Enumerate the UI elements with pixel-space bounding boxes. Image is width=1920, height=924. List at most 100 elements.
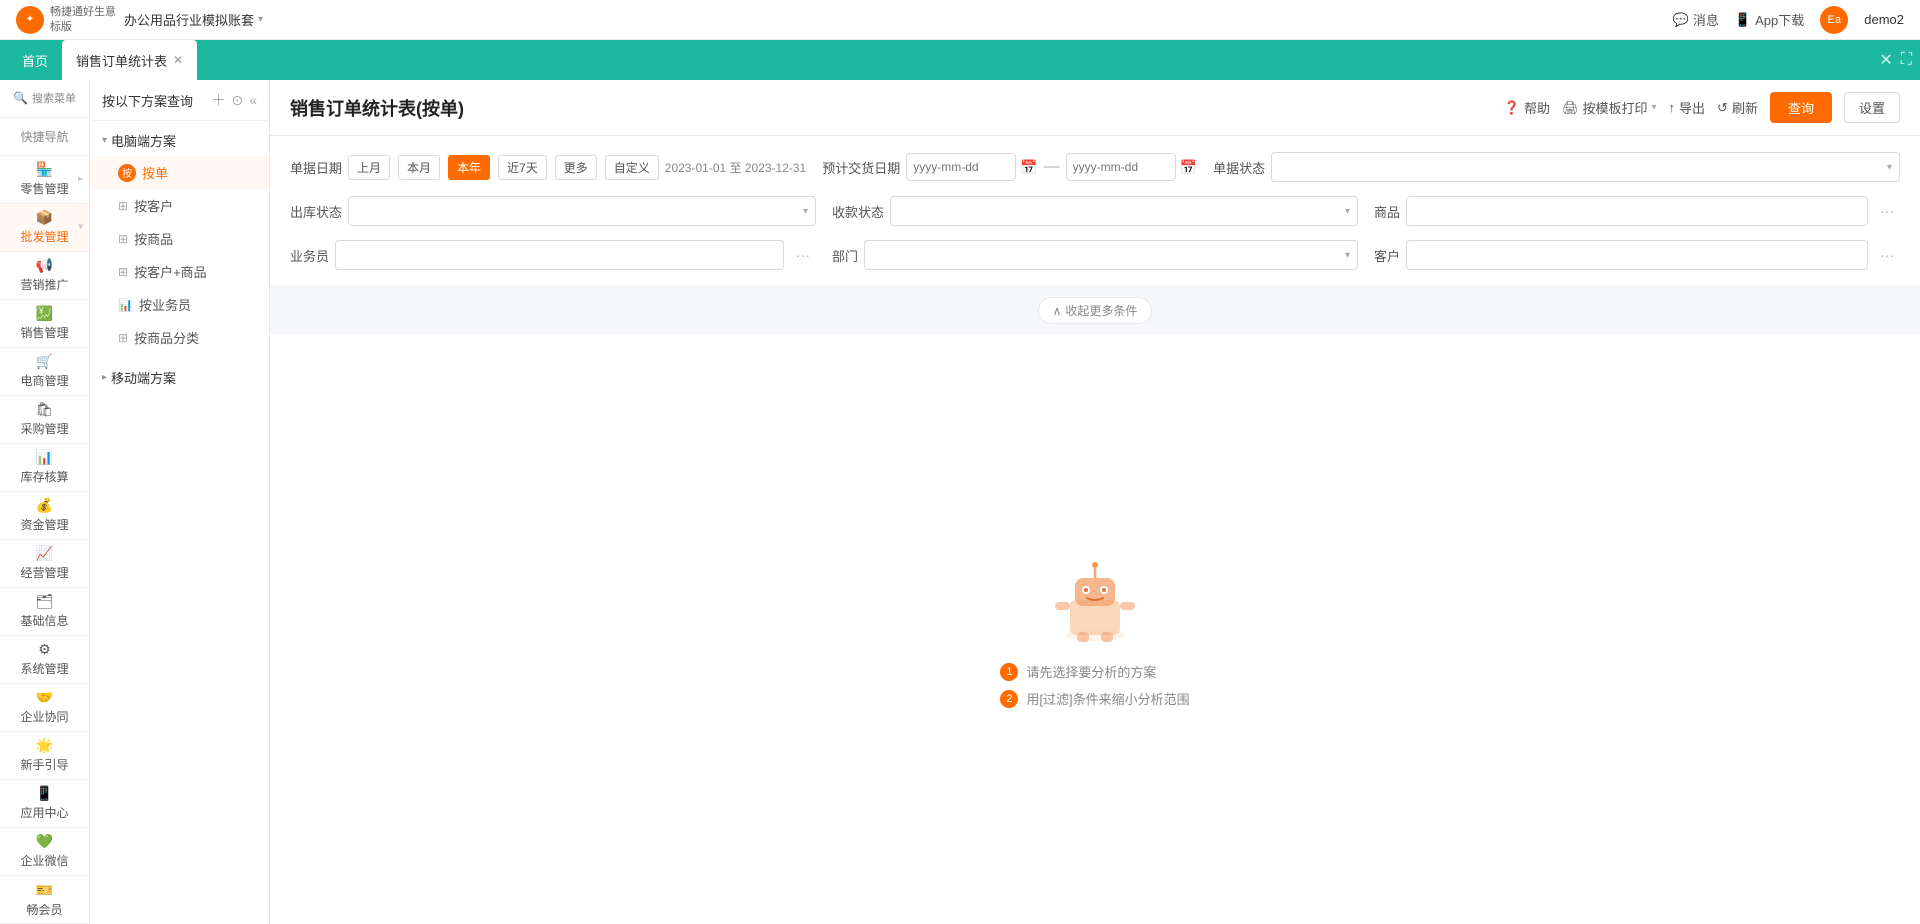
chevron-down-icon: ▾: [78, 222, 83, 233]
scheme-panel: 按以下方案查询 ＋ ⊙ « ▾ 电脑端方案 按 按单 ⊞: [90, 80, 270, 924]
settings-scheme-icon[interactable]: ⊙: [231, 92, 243, 109]
status-label: 单据状态: [1213, 158, 1265, 177]
collapse-row: ∧ 收起更多条件: [270, 287, 1920, 334]
scheme-group-mobile-title[interactable]: ▸ 移动端方案: [90, 362, 269, 393]
status-select[interactable]: [1271, 152, 1900, 182]
scheme-item-by-cust-goods[interactable]: ⊞ 按客户+商品: [90, 255, 269, 288]
ship-status-select[interactable]: [348, 196, 816, 226]
empty-illustration: [1045, 550, 1145, 650]
empty-hints: 1 请先选择要分析的方案 2 用[过滤]条件来缩小分析范围: [1000, 662, 1189, 708]
collect-status-wrapper: ▾: [890, 196, 1358, 226]
tab-home[interactable]: 首页: [8, 40, 62, 80]
workspace-selector[interactable]: 办公用品行业模拟账套 ▾: [124, 10, 263, 29]
order-badge-icon: 按: [118, 164, 136, 182]
sidebar-item-basic[interactable]: 🗂 基础信息: [0, 588, 89, 636]
logo-area: ✦ 畅捷通好生意 标版: [16, 5, 116, 34]
scheme-group-pc-title[interactable]: ▾ 电脑端方案: [90, 125, 269, 156]
sidebar-item-inventory[interactable]: 📊 库存核算: [0, 444, 89, 492]
salesperson-input[interactable]: [335, 240, 784, 270]
collapse-panel-icon[interactable]: «: [249, 92, 257, 108]
date-btn-this-year[interactable]: 本年: [448, 155, 490, 180]
purchase-icon: 🛍: [36, 401, 54, 418]
sidebar-item-operation[interactable]: 📈 经营管理: [0, 540, 89, 588]
tab-close-icon[interactable]: ✕: [173, 53, 183, 67]
ship-status-field: 出库状态 ▾: [290, 196, 816, 226]
sidebar-item-newbie[interactable]: 🌟 新手引导: [0, 732, 89, 780]
user-name: demo2: [1864, 12, 1904, 27]
template-print-btn[interactable]: 🖨 按模板打印 ▾: [1562, 98, 1657, 117]
expected-date-end[interactable]: [1066, 153, 1176, 181]
page-title: 销售订单统计表(按单): [290, 95, 464, 121]
goods-label: 商品: [1374, 202, 1400, 221]
message-icon: 💬: [1673, 12, 1689, 28]
sidebar-item-wechat[interactable]: 💚 企业微信: [0, 828, 89, 876]
finance-icon: 💰: [36, 497, 53, 514]
inventory-icon: 📊: [36, 449, 53, 466]
expected-date-start[interactable]: [906, 153, 1016, 181]
salesperson-more-icon[interactable]: ···: [790, 247, 816, 263]
page-actions: ❓ 帮助 🖨 按模板打印 ▾ ↑ 导出 ↺: [1504, 92, 1900, 123]
collect-status-label: 收款状态: [832, 202, 884, 221]
ship-status-label: 出库状态: [290, 202, 342, 221]
operation-icon: 📈: [36, 545, 53, 562]
marketing-icon: 📢: [36, 257, 53, 274]
collapse-btn[interactable]: ∧ 收起更多条件: [1038, 297, 1153, 324]
add-scheme-icon[interactable]: ＋: [211, 90, 225, 110]
logo-icon: ✦: [16, 6, 44, 34]
sidebar-item-retail[interactable]: 🏪 零售管理 ▸: [0, 156, 89, 204]
collect-status-select[interactable]: [890, 196, 1358, 226]
sidebar-item-wholesale[interactable]: 📦 批发管理 ▾: [0, 204, 89, 252]
main-layout: 🔍 搜索菜单 快捷导航 🏪 零售管理 ▸ 📦 批发管理 ▾ 📢 营销推广 💹 销…: [0, 80, 1920, 924]
customer-input[interactable]: [1406, 240, 1868, 270]
date-btn-more[interactable]: 更多: [555, 155, 597, 180]
scheme-item-by-customer[interactable]: ⊞ 按客户: [90, 189, 269, 222]
chevron-down-icon: ▾: [102, 135, 107, 146]
date-btn-7days[interactable]: 近7天: [498, 155, 547, 180]
customer-more-icon[interactable]: ···: [1874, 247, 1900, 263]
sidebar-item-member[interactable]: 🎫 畅会员: [0, 876, 89, 924]
sidebar-item-appcenter[interactable]: 📱 应用中心: [0, 780, 89, 828]
close-window-icon[interactable]: ✕: [1879, 50, 1892, 70]
sidebar-search[interactable]: 🔍 搜索菜单: [0, 80, 89, 118]
date-btn-prev-month[interactable]: 上月: [348, 155, 390, 180]
date-btn-this-month[interactable]: 本月: [398, 155, 440, 180]
calendar-end-icon[interactable]: 📅: [1180, 159, 1197, 176]
export-btn[interactable]: ↑ 导出: [1669, 98, 1706, 117]
sidebar-item-corp[interactable]: 🤝 企业协同: [0, 684, 89, 732]
filter-row-2: 出库状态 ▾ 收款状态: [290, 196, 1900, 226]
dept-select[interactable]: [864, 240, 1358, 270]
scheme-item-by-goods-cat[interactable]: ⊞ 按商品分类: [90, 321, 269, 354]
calendar-icon[interactable]: 📅: [1020, 159, 1037, 176]
goods-more-icon[interactable]: ···: [1874, 203, 1900, 219]
date-btn-custom[interactable]: 自定义: [605, 155, 659, 180]
refresh-btn[interactable]: ↺ 刷新: [1717, 98, 1758, 117]
query-btn[interactable]: 查询: [1770, 92, 1832, 123]
content-area: 按以下方案查询 ＋ ⊙ « ▾ 电脑端方案 按 按单 ⊞: [90, 80, 1920, 924]
scheme-item-by-order[interactable]: 按 按单: [90, 156, 269, 189]
main-content: 销售订单统计表(按单) ❓ 帮助 🖨 按模板打印 ▾ ↑: [270, 80, 1920, 924]
tab-order-stat[interactable]: 销售订单统计表 ✕: [62, 40, 197, 80]
goods-scheme-icon: ⊞: [118, 232, 128, 246]
app-download-btn[interactable]: 📱 App下载: [1735, 10, 1804, 29]
sidebar-item-marketing[interactable]: 📢 营销推广: [0, 252, 89, 300]
avatar[interactable]: Ea: [1820, 6, 1848, 34]
message-btn[interactable]: 💬 消息: [1673, 10, 1719, 29]
system-icon: ⚙: [38, 641, 51, 658]
scheme-panel-header: 按以下方案查询 ＋ ⊙ «: [90, 80, 269, 121]
scheme-item-by-salesperson[interactable]: 📊 按业务员: [90, 288, 269, 321]
goods-input[interactable]: [1406, 196, 1868, 226]
sidebar-item-ecom[interactable]: 🛒 电商管理: [0, 348, 89, 396]
sidebar-item-sales[interactable]: 💹 销售管理: [0, 300, 89, 348]
settings-btn[interactable]: 设置: [1844, 92, 1900, 123]
page-title-row: 销售订单统计表(按单) ❓ 帮助 🖨 按模板打印 ▾ ↑: [290, 92, 1900, 123]
sidebar-quicknav[interactable]: 快捷导航: [0, 118, 89, 156]
sidebar-item-finance[interactable]: 💰 资金管理: [0, 492, 89, 540]
scheme-item-by-goods[interactable]: ⊞ 按商品: [90, 222, 269, 255]
maximize-icon[interactable]: ⛶: [1901, 51, 1912, 69]
chevron-right-icon: ▸: [78, 174, 83, 185]
customer-label: 客户: [1374, 246, 1400, 265]
help-btn[interactable]: ❓ 帮助: [1504, 98, 1550, 117]
sidebar-item-purchase[interactable]: 🛍 采购管理: [0, 396, 89, 444]
sidebar-item-system[interactable]: ⚙ 系统管理: [0, 636, 89, 684]
filter-row-1: 单据日期 上月 本月 本年 近7天 更多 自定义 2023-01-01 至 20…: [290, 152, 1900, 182]
